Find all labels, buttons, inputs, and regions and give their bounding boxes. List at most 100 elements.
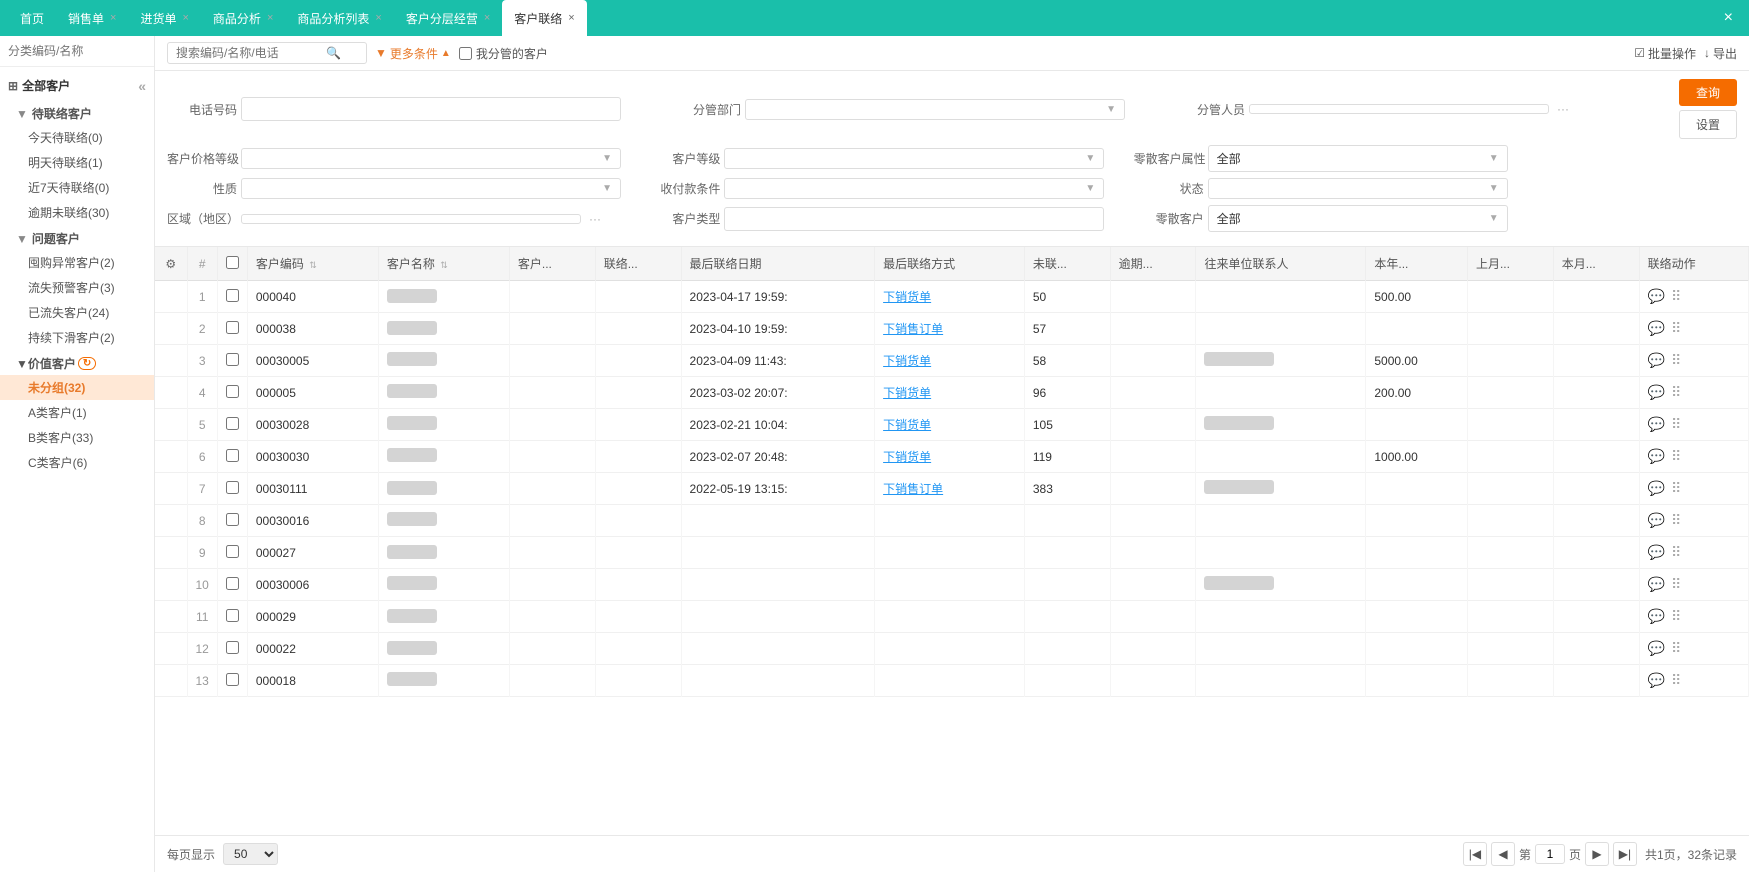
more-dots-btn[interactable]: ···	[1553, 102, 1573, 116]
apps-icon[interactable]: ⠿	[1671, 320, 1681, 337]
filter-payment-select[interactable]: ▼	[724, 178, 1104, 199]
apps-icon[interactable]: ⠿	[1671, 576, 1681, 593]
tab-sales[interactable]: 销售单 ×	[56, 0, 128, 36]
row-checkbox[interactable]	[226, 385, 239, 398]
row-checkbox[interactable]	[226, 513, 239, 526]
prev-page-btn[interactable]: ◀	[1491, 842, 1515, 866]
tab-analysis[interactable]: 商品分析 ×	[201, 0, 285, 36]
reset-button[interactable]: 设置	[1679, 110, 1737, 139]
filter-phone-input[interactable]	[241, 97, 621, 121]
select-all-checkbox[interactable]	[226, 256, 239, 269]
sidebar-item-b-class[interactable]: B类客户(33)	[0, 425, 154, 450]
contact-way-link[interactable]: 下销售订单	[883, 322, 943, 336]
contact-way-link[interactable]: 下销货单	[883, 418, 931, 432]
sidebar-item-7days[interactable]: 近7天待联络(0)	[0, 175, 154, 200]
filter-retail-select[interactable]: 全部 ▼	[1208, 205, 1508, 232]
row-last-way[interactable]: 下销货单	[875, 281, 1025, 313]
sidebar-item-overdue[interactable]: 逾期未联络(30)	[0, 200, 154, 225]
sidebar-item-lost[interactable]: 已流失客户(24)	[0, 300, 154, 325]
region-more-btn[interactable]: ···	[585, 212, 605, 226]
apps-icon[interactable]: ⠿	[1671, 480, 1681, 497]
call-icon[interactable]: 💬	[1648, 320, 1665, 337]
sidebar-item-decline[interactable]: 持续下滑客户(2)	[0, 325, 154, 350]
tab-customer-segment[interactable]: 客户分层经营 ×	[394, 0, 502, 36]
sidebar-all-customers[interactable]: ⊞ 全部客户 «	[0, 71, 154, 100]
apps-icon[interactable]: ⠿	[1671, 352, 1681, 369]
export-btn[interactable]: ↓ 导出	[1704, 45, 1737, 62]
call-icon[interactable]: 💬	[1648, 416, 1665, 433]
my-customers-checkbox[interactable]: 我分管的客户	[459, 45, 548, 62]
sidebar-item-abnormal[interactable]: 囤购异常客户(2)	[0, 250, 154, 275]
row-checkbox[interactable]	[226, 353, 239, 366]
apps-icon[interactable]: ⠿	[1671, 640, 1681, 657]
tab-customer-contact[interactable]: 客户联络 ×	[502, 0, 586, 36]
call-icon[interactable]: 💬	[1648, 544, 1665, 561]
tab-analysis-list[interactable]: 商品分析列表 ×	[285, 0, 393, 36]
contact-way-link[interactable]: 下销货单	[883, 386, 931, 400]
filter-search-icon[interactable]: 🔍	[326, 46, 341, 60]
my-customers-check[interactable]	[459, 47, 472, 60]
call-icon[interactable]: 💬	[1648, 640, 1665, 657]
sidebar-item-warn[interactable]: 流失预警客户(3)	[0, 275, 154, 300]
filter-price-level-select[interactable]: ▼	[241, 148, 621, 169]
row-checkbox[interactable]	[226, 481, 239, 494]
apps-icon[interactable]: ⠿	[1671, 384, 1681, 401]
filter-person-select[interactable]	[1249, 104, 1549, 114]
call-icon[interactable]: 💬	[1648, 352, 1665, 369]
call-icon[interactable]: 💬	[1648, 672, 1665, 689]
call-icon[interactable]: 💬	[1648, 608, 1665, 625]
apps-icon[interactable]: ⠿	[1671, 512, 1681, 529]
call-icon[interactable]: 💬	[1648, 448, 1665, 465]
tab-close-segment[interactable]: ×	[484, 12, 490, 24]
sidebar-item-a-class[interactable]: A类客户(1)	[0, 400, 154, 425]
row-checkbox[interactable]	[226, 417, 239, 430]
tab-home[interactable]: 首页	[8, 0, 56, 36]
row-checkbox[interactable]	[226, 673, 239, 686]
filter-dept-select[interactable]: ▼	[745, 99, 1125, 120]
contact-way-link[interactable]: 下销货单	[883, 290, 931, 304]
contact-way-link[interactable]: 下销售订单	[883, 482, 943, 496]
sidebar-item-tomorrow[interactable]: 明天待联络(1)	[0, 150, 154, 175]
tab-close-contact[interactable]: ×	[568, 12, 574, 24]
filter-nature-select[interactable]: ▼	[241, 178, 621, 199]
row-checkbox[interactable]	[226, 545, 239, 558]
next-page-btn[interactable]: ▶	[1585, 842, 1609, 866]
sidebar-search-input[interactable]	[8, 44, 155, 58]
sidebar-score-group[interactable]: ▼ 价值客户 ↻	[0, 350, 154, 375]
call-icon[interactable]: 💬	[1648, 384, 1665, 401]
tab-close-analysis-list[interactable]: ×	[375, 12, 381, 24]
per-page-select[interactable]: 50 20 100	[223, 843, 278, 865]
row-last-way[interactable]: 下销货单	[875, 409, 1025, 441]
filter-type-input[interactable]	[724, 207, 1104, 231]
call-icon[interactable]: 💬	[1648, 512, 1665, 529]
row-last-way[interactable]: 下销售订单	[875, 473, 1025, 505]
tab-purchase[interactable]: 进货单 ×	[128, 0, 200, 36]
row-checkbox[interactable]	[226, 449, 239, 462]
sidebar-collapse-btn[interactable]: «	[138, 78, 146, 94]
col-name[interactable]: 客户名称 ⇅	[378, 247, 509, 281]
row-checkbox[interactable]	[226, 609, 239, 622]
row-last-way[interactable]: 下销售订单	[875, 313, 1025, 345]
sidebar-item-today[interactable]: 今天待联络(0)	[0, 125, 154, 150]
row-last-way[interactable]: 下销货单	[875, 345, 1025, 377]
filter-attr-select[interactable]: 全部 ▼	[1208, 145, 1508, 172]
filter-region-select[interactable]	[241, 214, 581, 224]
contact-way-link[interactable]: 下销货单	[883, 450, 931, 464]
filter-level-select[interactable]: ▼	[724, 148, 1104, 169]
refresh-icon[interactable]: ↻	[78, 357, 96, 370]
row-checkbox[interactable]	[226, 577, 239, 590]
filter-search-input[interactable]	[176, 46, 326, 60]
batch-ops-btn[interactable]: ☑ 批量操作	[1634, 45, 1696, 62]
row-checkbox[interactable]	[226, 321, 239, 334]
row-checkbox[interactable]	[226, 641, 239, 654]
tab-close-sales[interactable]: ×	[110, 12, 116, 24]
col-settings[interactable]: ⚙	[155, 247, 187, 281]
apps-icon[interactable]: ⠿	[1671, 416, 1681, 433]
apps-icon[interactable]: ⠿	[1671, 608, 1681, 625]
call-icon[interactable]: 💬	[1648, 480, 1665, 497]
close-all-tabs[interactable]: ×	[1716, 9, 1741, 27]
apps-icon[interactable]: ⠿	[1671, 544, 1681, 561]
call-icon[interactable]: 💬	[1648, 288, 1665, 305]
sidebar-item-ungroup[interactable]: 未分组(32)	[0, 375, 154, 400]
tab-close-purchase[interactable]: ×	[182, 12, 188, 24]
